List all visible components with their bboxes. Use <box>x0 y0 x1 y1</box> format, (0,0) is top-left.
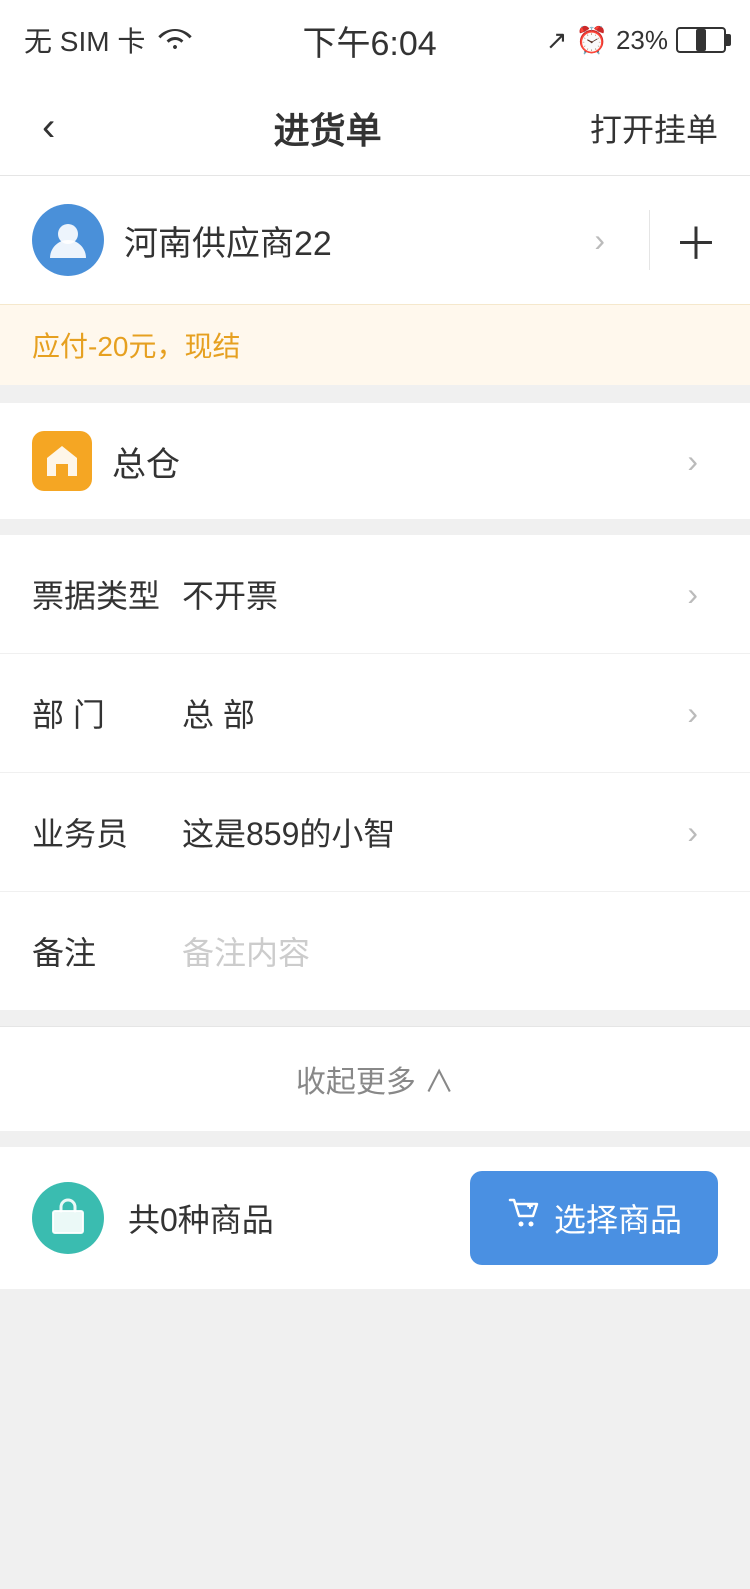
invoice-type-row[interactable]: 票据类型 不开票 › <box>0 535 750 654</box>
notice-text: 应付-20元，现结 <box>32 331 240 362</box>
invoice-type-value: 不开票 <box>162 571 687 617</box>
cart-icon <box>506 1196 542 1240</box>
department-row[interactable]: 部 门 总 部 › <box>0 654 750 773</box>
status-left: 无 SIM 卡 <box>24 20 193 60</box>
salesperson-row[interactable]: 业务员 这是859的小智 › <box>0 773 750 892</box>
salesperson-label: 业务员 <box>32 809 162 855</box>
battery-icon <box>676 27 726 53</box>
product-icon-wrap <box>32 1182 104 1254</box>
supplier-name: 河南供应商22 <box>124 216 594 265</box>
chevron-right-icon: › <box>594 222 605 259</box>
salesperson-chevron: › <box>687 814 698 851</box>
avatar <box>32 204 104 276</box>
select-product-label: 选择商品 <box>554 1195 682 1241</box>
wifi-icon <box>157 23 193 58</box>
warehouse-icon-wrap <box>32 431 92 491</box>
section-divider <box>0 387 750 403</box>
gray-area <box>0 1289 750 1589</box>
content-area: 河南供应商22 › ＋ 应付-20元，现结 总仓 › 票据类型 <box>0 176 750 1589</box>
collapse-label: 收起更多 ∧ <box>296 1057 454 1101</box>
remark-row[interactable]: 备注 备注内容 <box>0 892 750 1010</box>
notice-banner: 应付-20元，现结 <box>0 304 750 385</box>
status-bar: 无 SIM 卡 下午6:04 ↗ ⏰ 23% <box>0 0 750 80</box>
select-product-button[interactable]: 选择商品 <box>470 1171 718 1265</box>
invoice-type-chevron: › <box>687 576 698 613</box>
location-icon: ↗ <box>546 25 568 56</box>
department-chevron: › <box>687 695 698 732</box>
page-title: 进货单 <box>274 102 382 154</box>
back-button[interactable]: ‹ <box>32 95 65 160</box>
open-pending-button[interactable]: 打开挂单 <box>590 105 718 151</box>
status-time: 下午6:04 <box>302 16 436 65</box>
add-button[interactable]: ＋ <box>674 208 718 272</box>
form-section: 票据类型 不开票 › 部 门 总 部 › 业务员 这是859的小智 › 备注 备… <box>0 535 750 1010</box>
warehouse-name: 总仓 <box>112 437 687 486</box>
divider <box>649 210 650 270</box>
bottom-bar: 共0种商品 选择商品 <box>0 1147 750 1289</box>
alarm-icon: ⏰ <box>576 25 608 56</box>
battery-percent: 23% <box>616 25 668 56</box>
remark-placeholder: 备注内容 <box>162 928 718 974</box>
department-label: 部 门 <box>32 690 162 736</box>
remark-label: 备注 <box>32 928 162 974</box>
invoice-type-label: 票据类型 <box>32 571 162 617</box>
carrier-text: 无 SIM 卡 <box>24 20 145 60</box>
salesperson-value: 这是859的小智 <box>162 809 687 855</box>
supplier-section: 河南供应商22 › ＋ 应付-20元，现结 <box>0 176 750 385</box>
supplier-row[interactable]: 河南供应商22 › ＋ <box>0 176 750 304</box>
warehouse-row[interactable]: 总仓 › <box>0 403 750 519</box>
warehouse-section: 总仓 › <box>0 403 750 519</box>
collapse-button[interactable]: 收起更多 ∧ <box>0 1026 750 1131</box>
nav-bar: ‹ 进货单 打开挂单 <box>0 80 750 176</box>
status-right: ↗ ⏰ 23% <box>546 25 726 56</box>
warehouse-chevron-icon: › <box>687 443 698 480</box>
product-count: 共0种商品 <box>128 1195 446 1241</box>
department-value: 总 部 <box>162 690 687 736</box>
